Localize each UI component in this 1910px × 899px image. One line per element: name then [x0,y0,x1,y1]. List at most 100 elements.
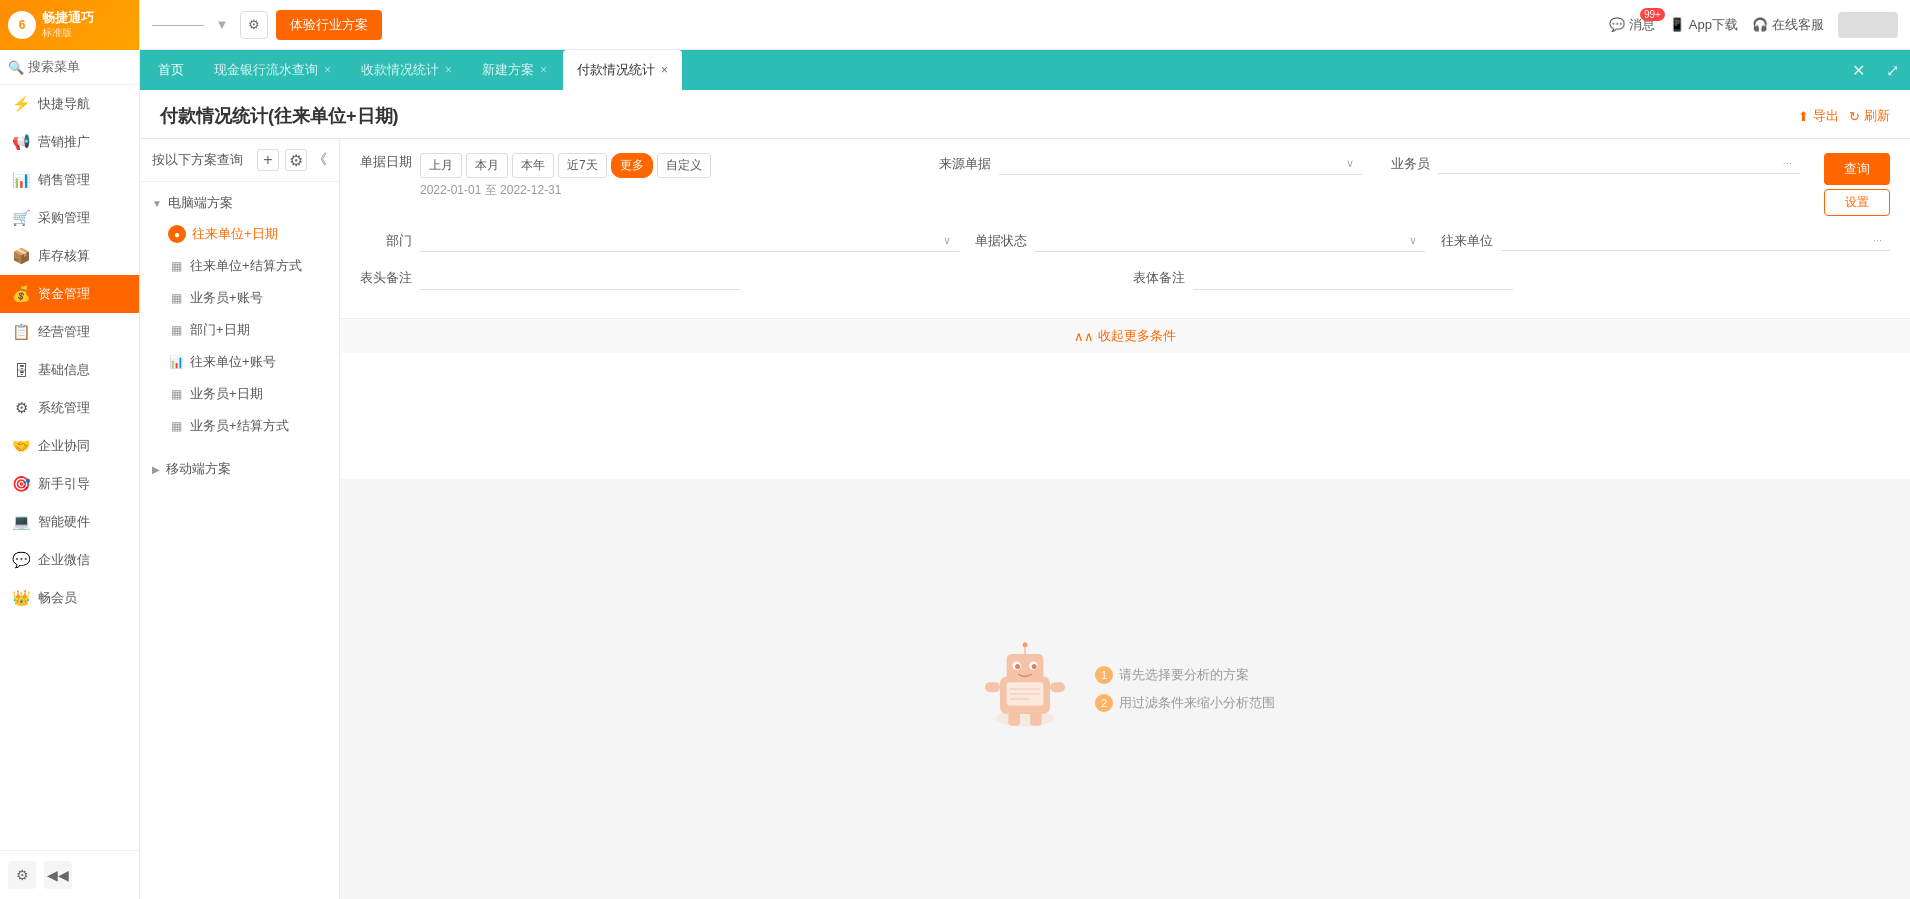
sidebar: 6 畅捷通巧 标准版 🔍 搜索菜单 ⚡ 快捷导航 📢 营销推广 📊 销售管理 🛒… [0,0,140,899]
scheme-item-partner-date[interactable]: ● 往来单位+日期 [140,218,339,250]
breadcrumb-dropdown[interactable]: ▼ [212,17,232,32]
empty-content: 1 请先选择要分析的方案 2 用过滤条件来缩小分析范围 [975,639,1275,739]
source-select[interactable]: ∨ [999,153,1361,175]
tab-bank-flow-close[interactable]: × [324,63,331,77]
date-control: 上月 本月 本年 近7天 更多 自定义 2022-01-01 至 2022-12… [420,153,711,199]
scheme-item-partner-account[interactable]: 📊 往来单位+账号 [140,346,339,378]
sales-icon: 📊 [12,171,30,189]
msg-badge: 99+ [1640,8,1665,21]
scheme-item-staff-settle[interactable]: ▦ 业务员+结算方式 [140,410,339,442]
tab-home-label: 首页 [158,61,184,79]
dept-label: 部门 [360,232,412,250]
setting-btn[interactable]: 设置 [1824,189,1890,216]
trial-btn[interactable]: 体验行业方案 [276,10,382,40]
partner-field: 往来单位 ··· [1441,230,1890,251]
date-btn-more[interactable]: 更多 [611,153,653,178]
scheme-desktop-group-header[interactable]: ▼ 电脑端方案 [140,188,339,218]
scheme-item-staff-date[interactable]: ▦ 业务员+日期 [140,378,339,410]
logo-icon: 6 [8,11,36,39]
collapse-more-btn[interactable]: ∧∧ 收起更多条件 [340,318,1910,353]
sidebar-item-sales[interactable]: 📊 销售管理 [0,161,139,199]
svg-rect-12 [1008,712,1020,725]
date-btn-this-month[interactable]: 本月 [466,153,508,178]
tab-payment-stats[interactable]: 付款情况统计 × [563,50,682,90]
sidebar-nav: ⚡ 快捷导航 📢 营销推广 📊 销售管理 🛒 采购管理 📦 库存核算 💰 资金管… [0,85,139,850]
avatar [1838,12,1898,38]
svg-rect-9 [985,682,1000,692]
sidebar-item-label: 经营管理 [38,323,90,341]
export-btn[interactable]: ⬆ 导出 [1798,107,1839,125]
footer-settings-btn[interactable]: ⚙ [8,861,36,889]
tab-receipt-stats-close[interactable]: × [445,63,452,77]
sidebar-item-guide[interactable]: 🎯 新手引导 [0,465,139,503]
guide-icon: 🎯 [12,475,30,493]
sidebar-item-quick-nav[interactable]: ⚡ 快捷导航 [0,85,139,123]
date-btn-last-month[interactable]: 上月 [420,153,462,178]
sidebar-item-purchase[interactable]: 🛒 采购管理 [0,199,139,237]
staff-select[interactable]: ··· [1438,153,1800,174]
data-area: 1 请先选择要分析的方案 2 用过滤条件来缩小分析范围 [340,479,1910,899]
topbar: ———— ▼ ⚙ 体验行业方案 💬 消息 99+ 📱 App下载 🎧 在线客服 [140,0,1910,50]
partner-select[interactable]: ··· [1501,230,1890,251]
footer-collapse-btn[interactable]: ◀◀ [44,861,72,889]
service-label: 在线客服 [1772,16,1824,34]
chevron-down-icon: ∨ [1346,157,1354,170]
topbar-app-btn[interactable]: 📱 App下载 [1669,16,1738,34]
sidebar-item-operation[interactable]: 📋 经营管理 [0,313,139,351]
dept-select[interactable]: ∨ [420,230,959,252]
topbar-breadcrumb: ———— [152,17,204,32]
query-btn[interactable]: 查询 [1824,153,1890,185]
tab-bank-flow[interactable]: 现金银行流水查询 × [200,50,345,90]
sidebar-item-label: 系统管理 [38,399,90,417]
sidebar-item-marketing[interactable]: 📢 营销推广 [0,123,139,161]
scheme-item-partner-settle[interactable]: ▦ 往来单位+结算方式 [140,250,339,282]
scheme-panel-title: 按以下方案查询 [152,151,243,169]
tab-new-scheme[interactable]: 新建方案 × [468,50,561,90]
topbar-msg-btn[interactable]: 💬 消息 99+ [1609,16,1655,34]
tab-new-scheme-close[interactable]: × [540,63,547,77]
scheme-item-staff-account[interactable]: ▦ 业务员+账号 [140,282,339,314]
header-note-input[interactable] [420,266,740,290]
cooperation-icon: 🤝 [12,437,30,455]
sidebar-item-inventory[interactable]: 📦 库存核算 [0,237,139,275]
sidebar-edition: 标准版 [42,26,94,40]
sidebar-item-smart-hw[interactable]: 💻 智能硬件 [0,503,139,541]
date-btn-this-year[interactable]: 本年 [512,153,554,178]
sidebar-item-capital[interactable]: 💰 资金管理 [0,275,139,313]
sidebar-item-label: 采购管理 [38,209,90,227]
topbar-gear-btn[interactable]: ⚙ [240,11,268,39]
export-label: 导出 [1813,107,1839,125]
table-icon: ▦ [168,258,184,274]
voucher-status-select[interactable]: ∨ [1035,230,1424,252]
tab-home[interactable]: 首页 [144,50,198,90]
sidebar-item-label: 库存核算 [38,247,90,265]
sidebar-item-basic-info[interactable]: 🗄 基础信息 [0,351,139,389]
sidebar-item-member[interactable]: 👑 畅会员 [0,579,139,617]
topbar-right: 💬 消息 99+ 📱 App下载 🎧 在线客服 [1609,12,1898,38]
scheme-add-btn[interactable]: + [257,149,279,171]
sidebar-item-cooperation[interactable]: 🤝 企业协同 [0,427,139,465]
topbar-service-btn[interactable]: 🎧 在线客服 [1752,16,1824,34]
table-icon: ▦ [168,290,184,306]
sidebar-search[interactable]: 🔍 搜索菜单 [0,50,139,85]
sidebar-item-system[interactable]: ⚙ 系统管理 [0,389,139,427]
scheme-item-dept-date[interactable]: ▦ 部门+日期 [140,314,339,346]
tab-payment-stats-close[interactable]: × [661,63,668,77]
body-note-input[interactable] [1193,266,1513,290]
page-header: 付款情况统计(往来单位+日期) ⬆ 导出 ↻ 刷新 [140,90,1910,139]
date-btn-last-7days[interactable]: 近7天 [558,153,607,178]
refresh-btn[interactable]: ↻ 刷新 [1849,107,1890,125]
tab-receipt-stats[interactable]: 收款情况统计 × [347,50,466,90]
tabbar-expand-btn[interactable]: ⤢ [1878,56,1906,84]
date-btn-custom[interactable]: 自定义 [657,153,711,178]
scheme-mobile-group-header[interactable]: ▶ 移动端方案 [140,454,339,484]
page-title: 付款情况统计(往来单位+日期) [160,104,399,128]
scheme-collapse-btn[interactable]: 《 [313,151,327,169]
filter-row-3: 表头备注 表体备注 [360,266,1890,290]
header-note-label: 表头备注 [360,269,412,287]
sidebar-item-wechat[interactable]: 💬 企业微信 [0,541,139,579]
scheme-settings-btn[interactable]: ⚙ [285,149,307,171]
scheme-item-label: 业务员+结算方式 [190,417,289,435]
page-content: 付款情况统计(往来单位+日期) ⬆ 导出 ↻ 刷新 按以下方案查询 + [140,90,1910,899]
tabbar-close-all-btn[interactable]: ✕ [1844,56,1872,84]
